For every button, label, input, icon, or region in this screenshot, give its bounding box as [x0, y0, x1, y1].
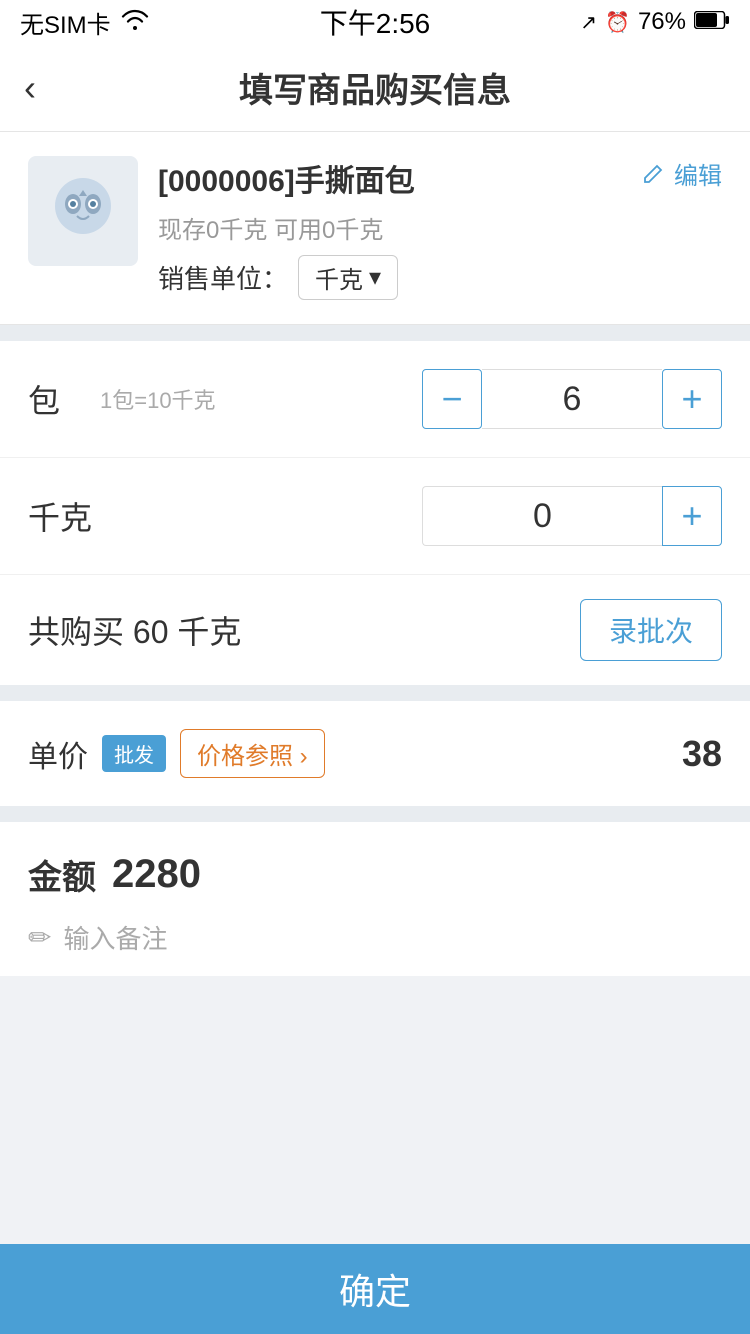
price-row: 单价 批发 价格参照 › 38	[0, 701, 750, 806]
location-icon: ↗	[580, 10, 597, 35]
status-bar: 无SIM卡 下午2:56 ↗ ⏰ 76%	[0, 0, 750, 44]
section-divider-1	[0, 325, 750, 341]
edit-button[interactable]: 编辑	[642, 156, 722, 191]
confirm-bar[interactable]: 确定	[0, 1244, 750, 1334]
price-tag: 批发	[102, 735, 166, 772]
wifi-icon	[121, 8, 149, 37]
batch-button[interactable]: 录批次	[580, 599, 722, 661]
amount-label: 金额	[28, 850, 96, 899]
product-name: [0000006]手撕面包	[158, 156, 415, 200]
amount-row: 金额 2280	[28, 850, 722, 899]
increment-button-bao[interactable]: +	[662, 369, 722, 429]
confirm-button-label: 确定	[339, 1263, 411, 1315]
carrier-text: 无SIM卡	[20, 5, 111, 40]
nav-bar: ‹ 填写商品购买信息	[0, 44, 750, 132]
note-row[interactable]: ✏ 输入备注	[28, 919, 722, 956]
battery-icon	[694, 8, 730, 36]
quantity-section: 包 1包=10千克 − + 千克 +	[0, 341, 750, 575]
product-thumbnail	[28, 156, 138, 266]
unit-label: 销售单位：	[158, 259, 288, 296]
unit-hint-bao: 1包=10千克	[100, 383, 422, 415]
product-stock: 现存0千克 可用0千克	[158, 210, 722, 245]
product-card: [0000006]手撕面包 编辑 现存0千克 可用0千克 销售单位： 千克 ▾	[0, 132, 750, 325]
price-value: 38	[682, 733, 722, 775]
unit-label-kg: 千克	[28, 493, 92, 539]
quantity-controls-kg: +	[422, 486, 722, 546]
increment-button-kg[interactable]: +	[662, 486, 722, 546]
battery-text: 76%	[638, 8, 686, 36]
dropdown-icon: ▾	[369, 263, 381, 292]
unit-selector[interactable]: 千克 ▾	[298, 255, 398, 300]
amount-value: 2280	[112, 852, 201, 897]
quantity-row-kg: 千克 +	[0, 458, 750, 575]
price-ref-button[interactable]: 价格参照 ›	[180, 729, 325, 778]
section-divider-2	[0, 685, 750, 701]
section-divider-3	[0, 806, 750, 822]
quantity-controls-bao: − +	[422, 369, 722, 429]
decrement-button-bao[interactable]: −	[422, 369, 482, 429]
pencil-icon: ✏	[28, 921, 51, 954]
alarm-icon: ⏰	[605, 10, 630, 35]
product-unit-row: 销售单位： 千克 ▾	[158, 255, 722, 300]
page-title: 填写商品购买信息	[239, 63, 511, 112]
quantity-input-bao[interactable]	[482, 369, 662, 429]
product-thumb-icon	[51, 174, 115, 249]
quantity-input-kg[interactable]	[422, 486, 662, 546]
status-left: 无SIM卡	[20, 5, 149, 40]
unit-label-bao: 包	[28, 376, 88, 422]
note-label: 输入备注	[63, 919, 167, 956]
back-button[interactable]: ‹	[24, 67, 36, 109]
status-time: 下午2:56	[320, 2, 431, 42]
price-label: 单价	[28, 732, 88, 776]
total-row: 共购买 60 千克 录批次	[0, 575, 750, 685]
product-info: [0000006]手撕面包 编辑 现存0千克 可用0千克 销售单位： 千克 ▾	[158, 156, 722, 300]
total-text: 共购买 60 千克	[28, 607, 241, 653]
quantity-row-bao: 包 1包=10千克 − +	[0, 341, 750, 458]
status-right: ↗ ⏰ 76%	[580, 8, 730, 36]
amount-card: 金额 2280 ✏ 输入备注	[0, 822, 750, 976]
